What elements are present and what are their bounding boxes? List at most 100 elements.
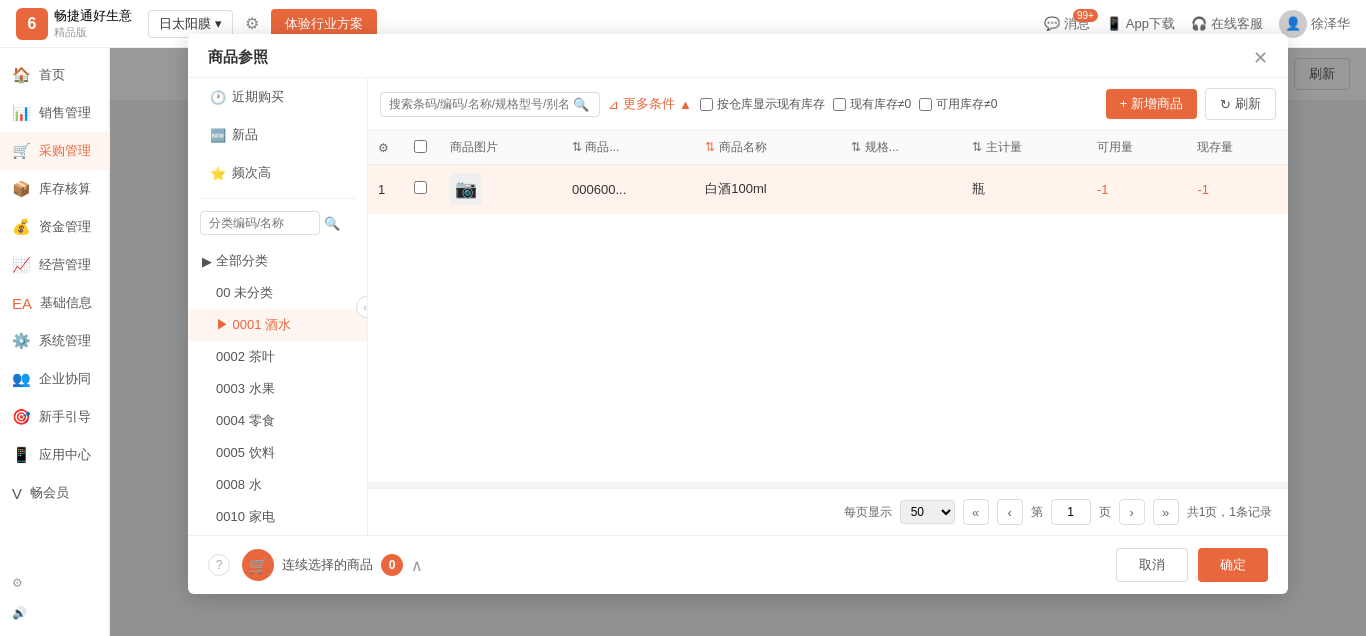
filter-warehouse-checkbox[interactable]	[700, 98, 713, 111]
filter-available-label[interactable]: 可用库存≠0	[919, 96, 997, 113]
last-page-btn[interactable]: »	[1153, 499, 1179, 525]
cancel-button[interactable]: 取消	[1116, 548, 1188, 582]
cell-available: -1	[1087, 165, 1188, 214]
cart-area: 🛒 连续选择的商品 0 ∧	[242, 549, 423, 581]
row-checkbox[interactable]	[414, 181, 427, 194]
sidebar-item-home[interactable]: 🏠 首页	[0, 56, 109, 94]
apps-icon: 📱	[12, 446, 31, 464]
cat-item-water[interactable]: 0008 水	[188, 469, 367, 501]
headset-icon: 🎧	[1191, 16, 1207, 31]
refresh-icon: ↻	[1220, 97, 1231, 112]
th-settings[interactable]: ⚙	[368, 131, 404, 165]
mobile-icon: 📱	[1106, 16, 1122, 31]
filter-more-btn[interactable]: ⊿ 更多条件 ▲	[608, 95, 692, 113]
finance-icon: 💰	[12, 218, 31, 236]
user-menu[interactable]: 👤 徐泽华	[1279, 10, 1350, 38]
search-icon[interactable]: 🔍	[573, 97, 589, 112]
ops-icon: 📈	[12, 256, 31, 274]
sales-icon: 📊	[12, 104, 31, 122]
sidebar-item-finance[interactable]: 💰 资金管理	[0, 208, 109, 246]
expand-icon: ▶	[202, 254, 212, 269]
prev-page-btn[interactable]: ‹	[997, 499, 1023, 525]
new-icon: 🆕	[210, 128, 226, 143]
sidebar-bottom: ⚙ 🔊	[0, 560, 109, 636]
sidebar-item-apps[interactable]: 📱 应用中心	[0, 436, 109, 474]
app-download-button[interactable]: 📱 App下载	[1106, 15, 1175, 33]
modal-title: 商品参照	[208, 48, 268, 67]
help-icon[interactable]: ?	[208, 554, 230, 576]
product-search-input[interactable]	[389, 97, 569, 111]
filter-bar: 🔍 ⊿ 更多条件 ▲ 按仓库显示现有库存	[368, 78, 1288, 131]
table-header-row: ⚙ 商品图片 ⇅ 商品...	[368, 131, 1288, 165]
cat-item-tea[interactable]: 0002 茶叶	[188, 341, 367, 373]
cat-item-liquor[interactable]: ▶ 0001 酒水	[188, 309, 367, 341]
enterprise-icon: 👥	[12, 370, 31, 388]
sidebar-item-inventory[interactable]: 📦 库存核算	[0, 170, 109, 208]
sidebar: 🏠 首页 📊 销售管理 🛒 采购管理 📦 库存核算 💰 资金管理 📈 经营管理 …	[0, 48, 110, 636]
page-number-input[interactable]: 1	[1051, 499, 1091, 525]
cat-item-drinks[interactable]: 0005 饮料	[188, 437, 367, 469]
th-available[interactable]: 可用量	[1087, 131, 1188, 165]
filter-stock-label[interactable]: 现有库存≠0	[833, 96, 911, 113]
system-icon: ⚙️	[12, 332, 31, 350]
sidebar-item-system[interactable]: ⚙️ 系统管理	[0, 322, 109, 360]
cell-name: 白酒100ml	[695, 165, 841, 214]
cat-item-fruit[interactable]: 0003 水果	[188, 373, 367, 405]
cell-code: 000600...	[562, 165, 695, 214]
first-page-btn[interactable]: «	[963, 499, 989, 525]
cat-item-appliance[interactable]: 0010 家电	[188, 501, 367, 533]
cat-search-input[interactable]	[200, 211, 320, 235]
refresh-modal-button[interactable]: ↻ 刷新	[1205, 88, 1276, 120]
right-panel: 🔍 ⊿ 更多条件 ▲ 按仓库显示现有库存	[368, 78, 1288, 535]
sidebar-item-vip[interactable]: V 畅会员	[0, 474, 109, 512]
cell-checkbox[interactable]	[404, 165, 440, 214]
sort-icon-code: ⇅	[572, 140, 582, 154]
cell-stock: -1	[1187, 165, 1288, 214]
cat-all[interactable]: ▶ 全部分类	[188, 245, 367, 277]
pagination-bar: 每页显示 50 20 100 « ‹ 第 1 页 › » 共1页，1条记	[368, 488, 1288, 535]
cat-freq-btn[interactable]: ⭐ 频次高	[196, 156, 359, 190]
cat-search-icon[interactable]: 🔍	[324, 216, 340, 231]
product-search-box[interactable]: 🔍	[380, 92, 600, 117]
filter-warehouse-label[interactable]: 按仓库显示现有库存	[700, 96, 825, 113]
th-unit[interactable]: ⇅ 主计量	[962, 131, 1086, 165]
cart-icon[interactable]: 🛒	[242, 549, 274, 581]
close-icon[interactable]: ✕	[1253, 49, 1268, 67]
cell-spec	[841, 165, 962, 214]
cat-new-btn[interactable]: 🆕 新品	[196, 118, 359, 152]
sidebar-volume[interactable]: 🔊	[0, 598, 109, 628]
sidebar-item-basic[interactable]: EA 基础信息	[0, 284, 109, 322]
category-panel: ‹‹ 🕐 近期购买 🆕 新品 ⭐ 频次高	[188, 78, 368, 535]
settings-icon[interactable]: ⚙	[245, 14, 259, 33]
add-product-button[interactable]: + 新增商品	[1106, 89, 1197, 119]
volume-icon: 🔊	[12, 606, 27, 620]
modal-body: ‹‹ 🕐 近期购买 🆕 新品 ⭐ 频次高	[188, 78, 1288, 535]
sidebar-settings[interactable]: ⚙	[0, 568, 109, 598]
th-spec[interactable]: ⇅ 规格...	[841, 131, 962, 165]
cat-item-snack[interactable]: 0004 零食	[188, 405, 367, 437]
sidebar-item-operations[interactable]: 📈 经营管理	[0, 246, 109, 284]
page-size-select[interactable]: 50 20 100	[900, 500, 955, 524]
sidebar-item-purchase[interactable]: 🛒 采购管理	[0, 132, 109, 170]
th-checkbox[interactable]	[404, 131, 440, 165]
home-icon: 🏠	[12, 66, 31, 84]
th-code[interactable]: ⇅ 商品...	[562, 131, 695, 165]
cell-image: 📷	[440, 165, 562, 214]
inventory-icon: 📦	[12, 180, 31, 198]
sidebar-item-guide[interactable]: 🎯 新手引导	[0, 398, 109, 436]
collapse-icon[interactable]: ∧	[411, 556, 423, 575]
footer-buttons: 取消 确定	[1116, 548, 1268, 582]
messages-button[interactable]: 💬 消息 99+	[1044, 15, 1090, 33]
confirm-button[interactable]: 确定	[1198, 548, 1268, 582]
filter-available-checkbox[interactable]	[919, 98, 932, 111]
next-page-btn[interactable]: ›	[1119, 499, 1145, 525]
select-all-checkbox[interactable]	[414, 140, 427, 153]
filter-stock-checkbox[interactable]	[833, 98, 846, 111]
cat-item-unclassified[interactable]: 00 未分类	[188, 277, 367, 309]
chevron-down-icon: ▾	[215, 16, 222, 31]
th-name[interactable]: ⇅ 商品名称	[695, 131, 841, 165]
online-service-button[interactable]: 🎧 在线客服	[1191, 15, 1263, 33]
cat-recent-btn[interactable]: 🕐 近期购买	[196, 80, 359, 114]
sidebar-item-sales[interactable]: 📊 销售管理	[0, 94, 109, 132]
sidebar-item-enterprise[interactable]: 👥 企业协同	[0, 360, 109, 398]
